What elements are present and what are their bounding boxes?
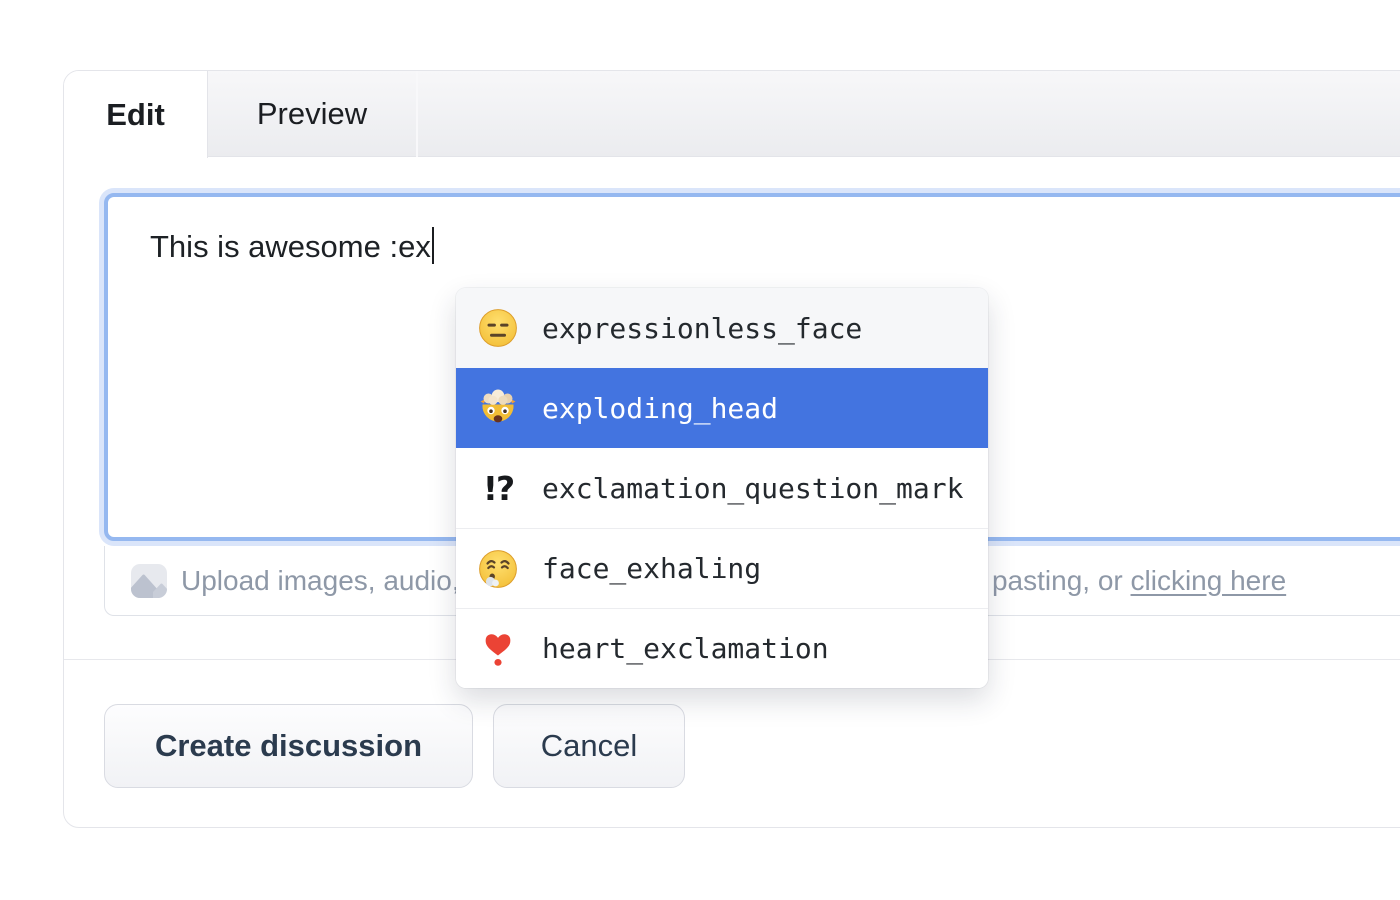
- emoji-autocomplete-dropdown: expressionless_face exploding_head: [456, 288, 988, 688]
- emoji-option-label: heart_exclamation: [542, 632, 829, 665]
- editor-tabbar: Edit Preview: [64, 71, 1400, 157]
- create-discussion-button[interactable]: Create discussion: [104, 704, 473, 788]
- emoji-option-label: exploding_head: [542, 392, 778, 425]
- textarea-content: This is awesome :ex: [150, 229, 431, 264]
- tab-edit-label: Edit: [106, 97, 165, 133]
- expressionless-face-icon: [478, 308, 518, 348]
- image-upload-icon: [129, 561, 169, 601]
- emoji-option-heart-exclamation[interactable]: heart_exclamation: [456, 608, 988, 688]
- tab-preview-label: Preview: [257, 96, 367, 132]
- text-cursor: [432, 227, 435, 264]
- emoji-option-label: face_exhaling: [542, 552, 761, 585]
- heart-exclamation-icon: [478, 629, 518, 669]
- exclamation-question-mark-icon: !?: [478, 468, 518, 508]
- emoji-option-label: exclamation_question_mark: [542, 472, 963, 505]
- emoji-option-exploding-head[interactable]: exploding_head: [456, 368, 988, 448]
- emoji-option-label: expressionless_face: [542, 312, 862, 345]
- exploding-head-icon: [478, 388, 518, 428]
- upload-click-here-link[interactable]: clicking here: [1131, 565, 1287, 596]
- cancel-button[interactable]: Cancel: [493, 704, 685, 788]
- emoji-option-face-exhaling[interactable]: face_exhaling: [456, 528, 988, 608]
- tab-preview[interactable]: Preview: [208, 71, 418, 157]
- face-exhaling-icon: [478, 549, 518, 589]
- emoji-option-exclamation-question-mark[interactable]: !? exclamation_question_mark: [456, 448, 988, 528]
- tab-edit[interactable]: Edit: [64, 71, 208, 158]
- emoji-option-expressionless-face[interactable]: expressionless_face: [456, 288, 988, 368]
